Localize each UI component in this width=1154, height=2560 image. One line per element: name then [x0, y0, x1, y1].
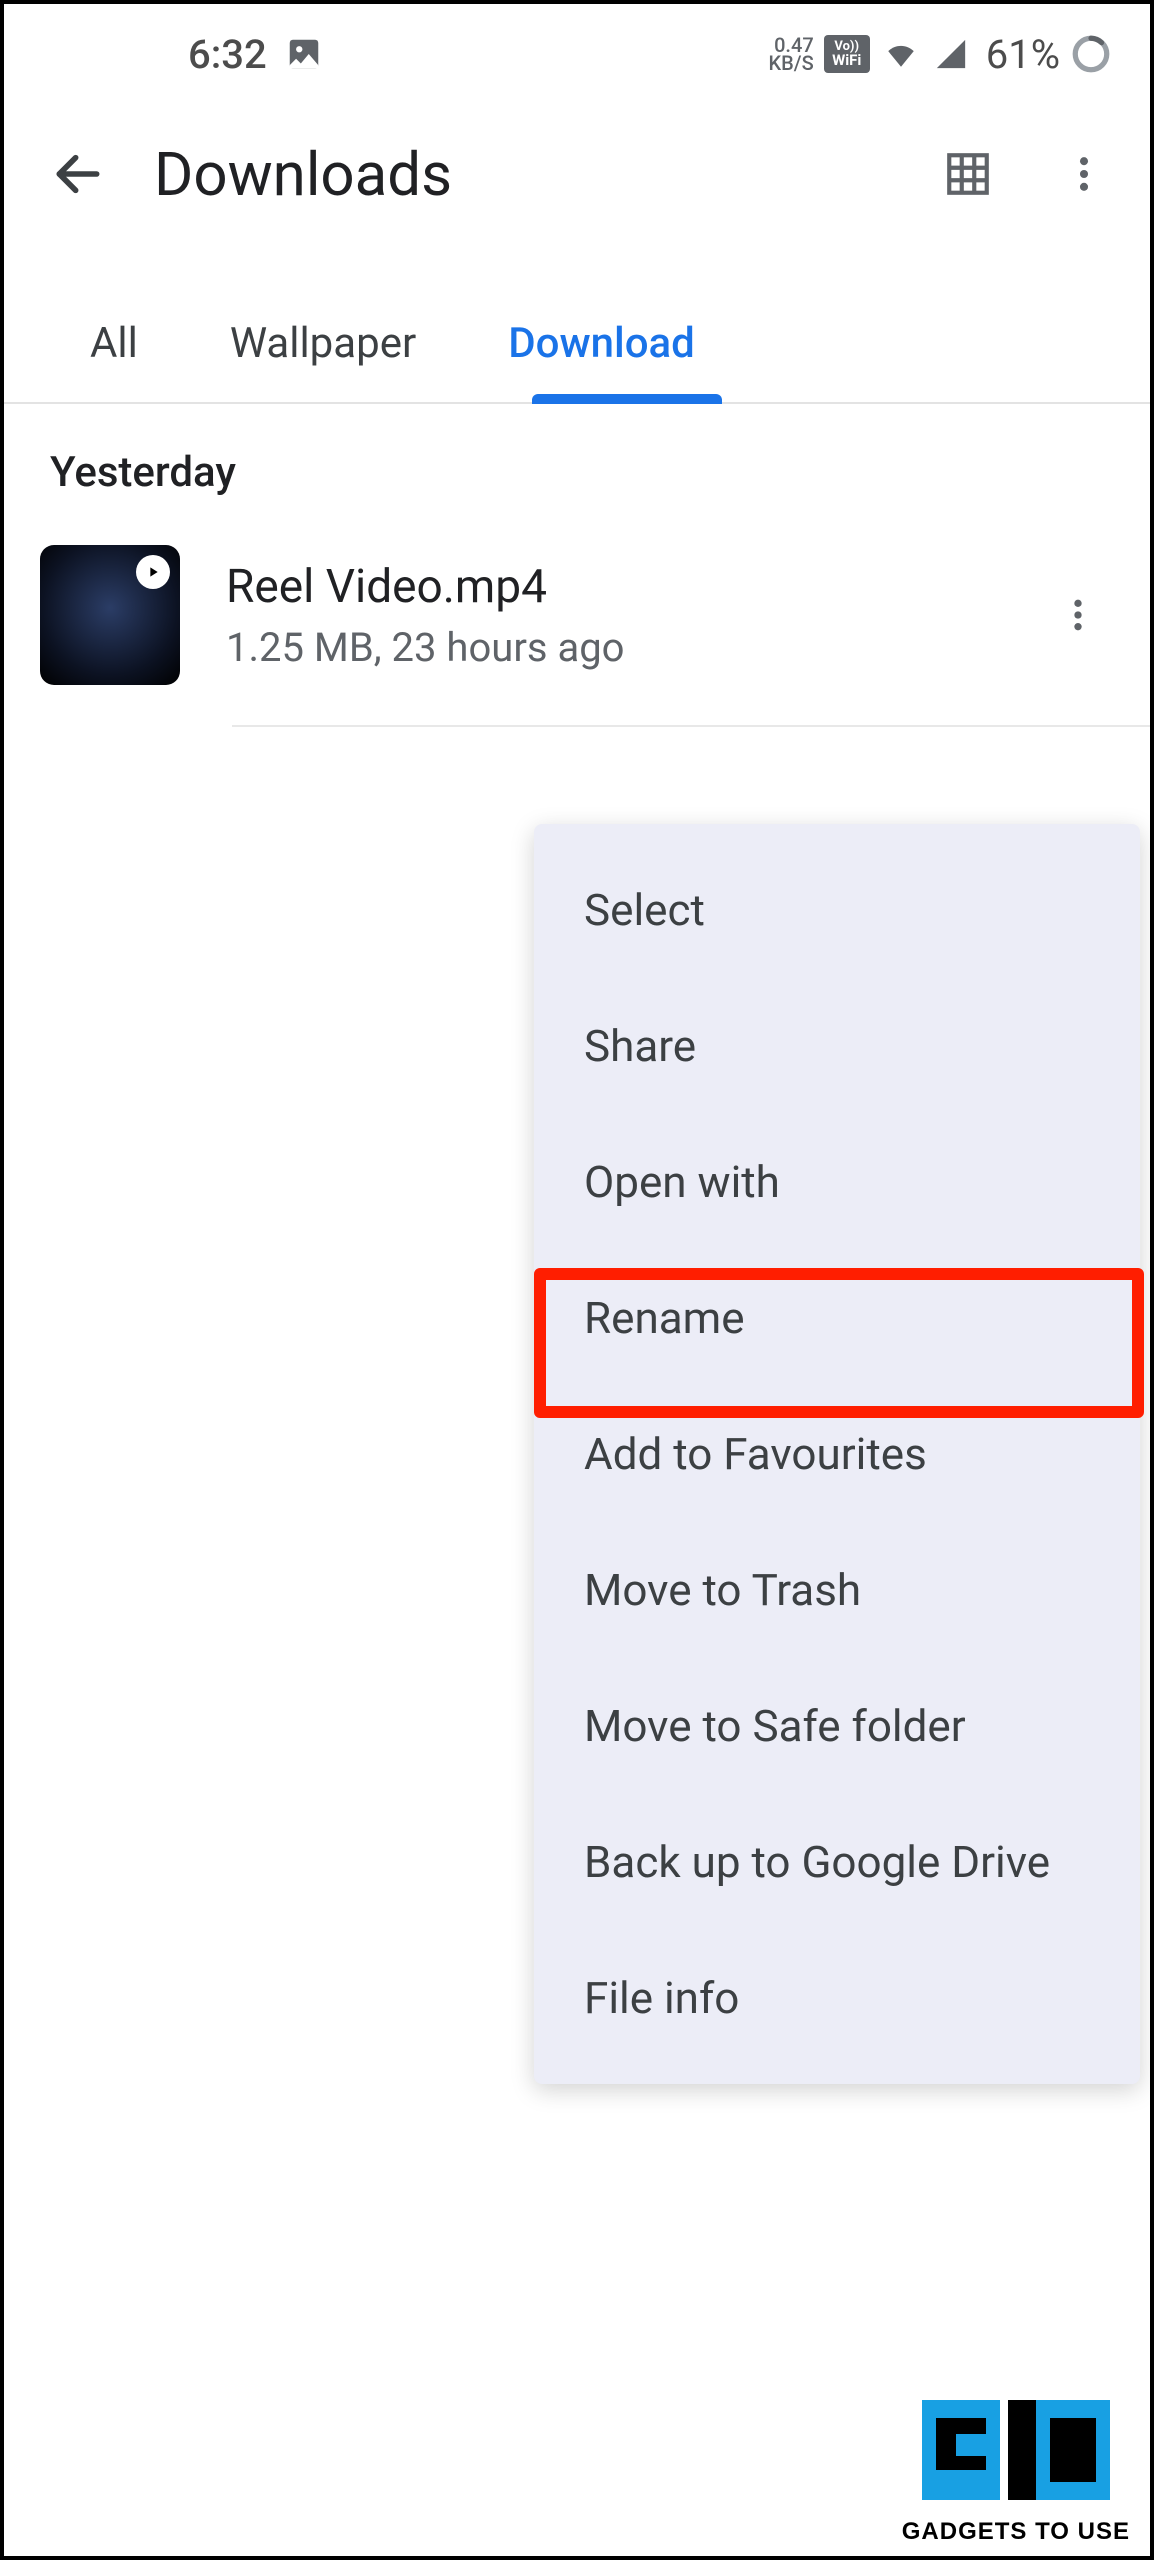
menu-file-info[interactable]: File info — [534, 1930, 1140, 2066]
file-meta: Reel Video.mp4 1.25 MB, 23 hours ago — [226, 560, 1050, 671]
tabs: All Wallpaper Download — [4, 244, 1150, 404]
clock-time: 6:32 — [188, 31, 267, 78]
tab-wallpaper[interactable]: Wallpaper — [184, 319, 462, 398]
file-subtitle: 1.25 MB, 23 hours ago — [226, 624, 1050, 671]
wifi-icon — [880, 37, 922, 71]
tab-download[interactable]: Download — [462, 319, 741, 398]
file-more-button[interactable] — [1050, 587, 1106, 643]
battery-saver-icon — [1070, 33, 1112, 75]
watermark: GADGETS TO USE — [902, 2394, 1130, 2546]
menu-backup-drive[interactable]: Back up to Google Drive — [534, 1794, 1140, 1930]
play-icon — [136, 555, 170, 589]
photo-icon — [285, 35, 323, 73]
file-name: Reel Video.mp4 — [226, 560, 1050, 614]
status-bar: 6:32 0.47 KB/S Vo)) WiFi 61% — [4, 4, 1150, 104]
context-menu: Select Share Open with Rename Add to Fav… — [534, 824, 1140, 2084]
menu-select[interactable]: Select — [534, 842, 1140, 978]
page-title: Downloads — [154, 139, 452, 210]
back-button[interactable] — [42, 138, 114, 210]
menu-move-to-safe-folder[interactable]: Move to Safe folder — [534, 1658, 1140, 1794]
section-header-yesterday: Yesterday — [4, 404, 1150, 527]
watermark-text: GADGETS TO USE — [902, 2518, 1130, 2546]
grid-view-button[interactable] — [940, 146, 996, 202]
menu-open-with[interactable]: Open with — [534, 1114, 1140, 1250]
more-options-button[interactable] — [1056, 146, 1112, 202]
watermark-logo-icon — [916, 2394, 1116, 2514]
data-rate: 0.47 KB/S — [769, 36, 814, 72]
menu-add-favourites[interactable]: Add to Favourites — [534, 1386, 1140, 1522]
menu-rename[interactable]: Rename — [534, 1250, 1140, 1386]
tab-indicator — [532, 394, 722, 404]
row-divider — [232, 725, 1150, 727]
vowifi-icon: Vo)) WiFi — [824, 35, 870, 73]
menu-move-to-trash[interactable]: Move to Trash — [534, 1522, 1140, 1658]
file-row[interactable]: Reel Video.mp4 1.25 MB, 23 hours ago — [4, 527, 1150, 703]
battery-percent: 61% — [986, 31, 1060, 78]
status-right: 0.47 KB/S Vo)) WiFi 61% — [769, 31, 1112, 78]
video-thumbnail[interactable] — [40, 545, 180, 685]
app-bar: Downloads — [4, 104, 1150, 244]
menu-share[interactable]: Share — [534, 978, 1140, 1114]
signal-icon — [932, 37, 970, 71]
app-bar-actions — [940, 146, 1112, 202]
status-left: 6:32 — [188, 31, 323, 78]
tab-all[interactable]: All — [44, 319, 184, 398]
data-rate-unit: KB/S — [769, 54, 814, 72]
